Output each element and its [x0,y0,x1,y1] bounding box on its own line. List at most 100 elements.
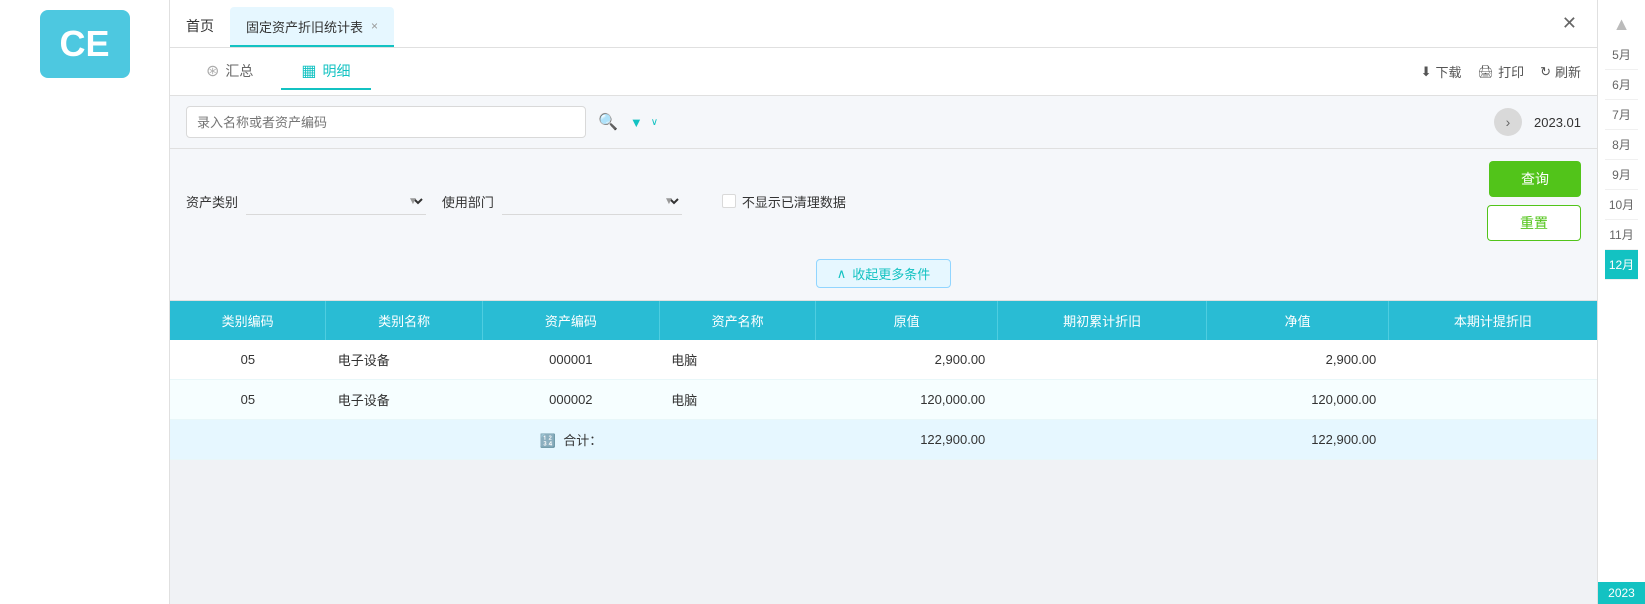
col-header-category-name: 类别名称 [326,301,483,340]
refresh-label: 刷新 [1555,62,1581,81]
download-icon: ⬇ [1421,64,1432,80]
filter-area: 资产类别 ▼ 使用部门 ▼ 不显示已清理数 [170,149,1597,301]
search-bar: 🔍 ▼ ∨ › 2023.01 [170,96,1597,149]
month-item[interactable]: 7月 [1605,100,1638,130]
filter-asset-type: 资产类别 ▼ [186,187,418,215]
search-input[interactable] [186,106,586,138]
year-badge[interactable]: 2023 [1598,582,1645,604]
month-item[interactable]: 11月 [1605,220,1638,250]
collapse-row: ∧ 收起更多条件 [186,251,1581,292]
asset-type-select[interactable] [246,187,426,215]
cell-original-value: 2,900.00 [816,340,997,380]
cell-original-value: 120,000.00 [816,380,997,420]
cell-category-code: 05 [170,340,326,380]
table-row: 05 电子设备 000001 电脑 2,900.00 2,900.00 [170,340,1597,380]
tab-detail[interactable]: ▦ 明细 [281,54,370,90]
col-header-accumulated-dep: 期初累计折旧 [997,301,1207,340]
tab-bar: 首页 固定资产折旧统计表 × ✕ [170,0,1597,48]
collapse-button[interactable]: ∧ 收起更多条件 [816,259,952,288]
nav-arrow-button[interactable]: › [1494,108,1522,136]
window-close-button[interactable]: ✕ [1562,0,1597,47]
department-label: 使用部门 [442,192,494,211]
sub-tab-actions: ⬇ 下载 🖨 打印 ↻ 刷新 [1421,62,1581,81]
cell-asset-code: 000001 [482,340,659,380]
hide-cleared-label: 不显示已清理数据 [742,192,846,211]
month-item[interactable]: 5月 [1605,40,1638,70]
total-cell-3 [659,420,816,460]
total-current-dep [1388,420,1597,460]
print-icon: 🖨 [1478,64,1495,80]
cell-net-value: 120,000.00 [1207,380,1388,420]
hide-cleared-checkbox-item[interactable]: 不显示已清理数据 [722,192,846,211]
query-button[interactable]: 查询 [1489,161,1581,197]
download-button[interactable]: ⬇ 下载 [1421,62,1462,81]
department-select[interactable] [502,187,682,215]
month-item[interactable]: 10月 [1605,190,1638,220]
data-table: 类别编码 类别名称 资产编码 资产名称 原值 期初累计折旧 净值 本期计提折旧 … [170,301,1597,460]
cell-asset-name: 电脑 [659,380,816,420]
month-item[interactable]: 6月 [1605,70,1638,100]
sub-tab-detail-label: 明细 [323,61,351,81]
total-row: 🔢 合计： 122,900.00 122,900.00 [170,420,1597,460]
arrow-right-icon: › [1506,114,1511,130]
filter-icon: ▼ [630,115,643,130]
cell-current-dep [1388,340,1597,380]
filter-row-1: 资产类别 ▼ 使用部门 ▼ 不显示已清理数 [186,161,1581,241]
cell-current-dep [1388,380,1597,420]
total-label: 合计： [563,433,602,448]
tab-summary[interactable]: ⊛ 汇总 [186,54,273,90]
logo-text: CE [59,23,109,65]
tab-active-label: 固定资产折旧统计表 [246,17,363,36]
hide-cleared-checkbox[interactable] [722,194,736,208]
sub-tab-summary-label: 汇总 [225,61,253,81]
months-container: 5月6月7月8月9月10月11月12月 [1605,40,1638,280]
chevron-down-icon: ∨ [651,117,658,128]
search-icon[interactable]: 🔍 [598,112,618,132]
total-label-cell: 🔢 合计： [482,420,659,460]
refresh-button[interactable]: ↻ 刷新 [1540,62,1581,81]
window-close-icon: ✕ [1562,13,1577,34]
sub-tab-bar: ⊛ 汇总 ▦ 明细 ⬇ 下载 🖨 打印 ↻ 刷新 [170,48,1597,96]
total-original-value: 122,900.00 [816,420,997,460]
cell-category-code: 05 [170,380,326,420]
cell-accumulated-dep [997,340,1207,380]
scroll-up-button[interactable]: ▲ [1606,8,1638,40]
tab-close-icon[interactable]: × [371,19,378,33]
print-button[interactable]: 🖨 打印 [1478,62,1525,81]
col-header-current-dep: 本期计提折旧 [1388,301,1597,340]
total-accumulated-dep [997,420,1207,460]
month-item[interactable]: 8月 [1605,130,1638,160]
col-header-asset-code: 资产编码 [482,301,659,340]
col-header-original-value: 原值 [816,301,997,340]
month-item[interactable]: 9月 [1605,160,1638,190]
refresh-icon: ↻ [1540,64,1551,80]
table-wrapper: 类别编码 类别名称 资产编码 资产名称 原值 期初累计折旧 净值 本期计提折旧 … [170,301,1597,604]
tab-home[interactable]: 首页 [170,7,230,47]
total-cell-1 [170,420,326,460]
table-row: 05 电子设备 000002 电脑 120,000.00 120,000.00 [170,380,1597,420]
col-header-asset-name: 资产名称 [659,301,816,340]
download-label: 下载 [1436,62,1462,81]
cell-net-value: 2,900.00 [1207,340,1388,380]
cell-category-name: 电子设备 [326,380,483,420]
collapse-label: 收起更多条件 [852,264,930,283]
cell-category-name: 电子设备 [326,340,483,380]
date-label: 2023.01 [1534,115,1581,130]
cell-asset-code: 000002 [482,380,659,420]
tab-active[interactable]: 固定资产折旧统计表 × [230,7,394,47]
total-net-value: 122,900.00 [1207,420,1388,460]
reset-button[interactable]: 重置 [1487,205,1581,241]
print-label: 打印 [1498,62,1524,81]
collapse-up-icon: ∧ [837,266,847,282]
cell-asset-name: 电脑 [659,340,816,380]
more-filter-button[interactable]: ▼ ∨ [630,115,658,130]
col-header-category-code: 类别编码 [170,301,326,340]
col-header-net-value: 净值 [1207,301,1388,340]
table-header-row: 类别编码 类别名称 资产编码 资产名称 原值 期初累计折旧 净值 本期计提折旧 [170,301,1597,340]
logo: CE [40,10,130,78]
right-sidebar: ▲ 5月6月7月8月9月10月11月12月 2023 [1597,0,1645,604]
main-content: 首页 固定资产折旧统计表 × ✕ ⊛ 汇总 ▦ 明细 ⬇ 下载 🖨 打印 [170,0,1597,604]
department-arrow-icon: ▼ [664,196,674,207]
tab-home-label: 首页 [186,16,214,36]
month-item[interactable]: 12月 [1605,250,1638,280]
